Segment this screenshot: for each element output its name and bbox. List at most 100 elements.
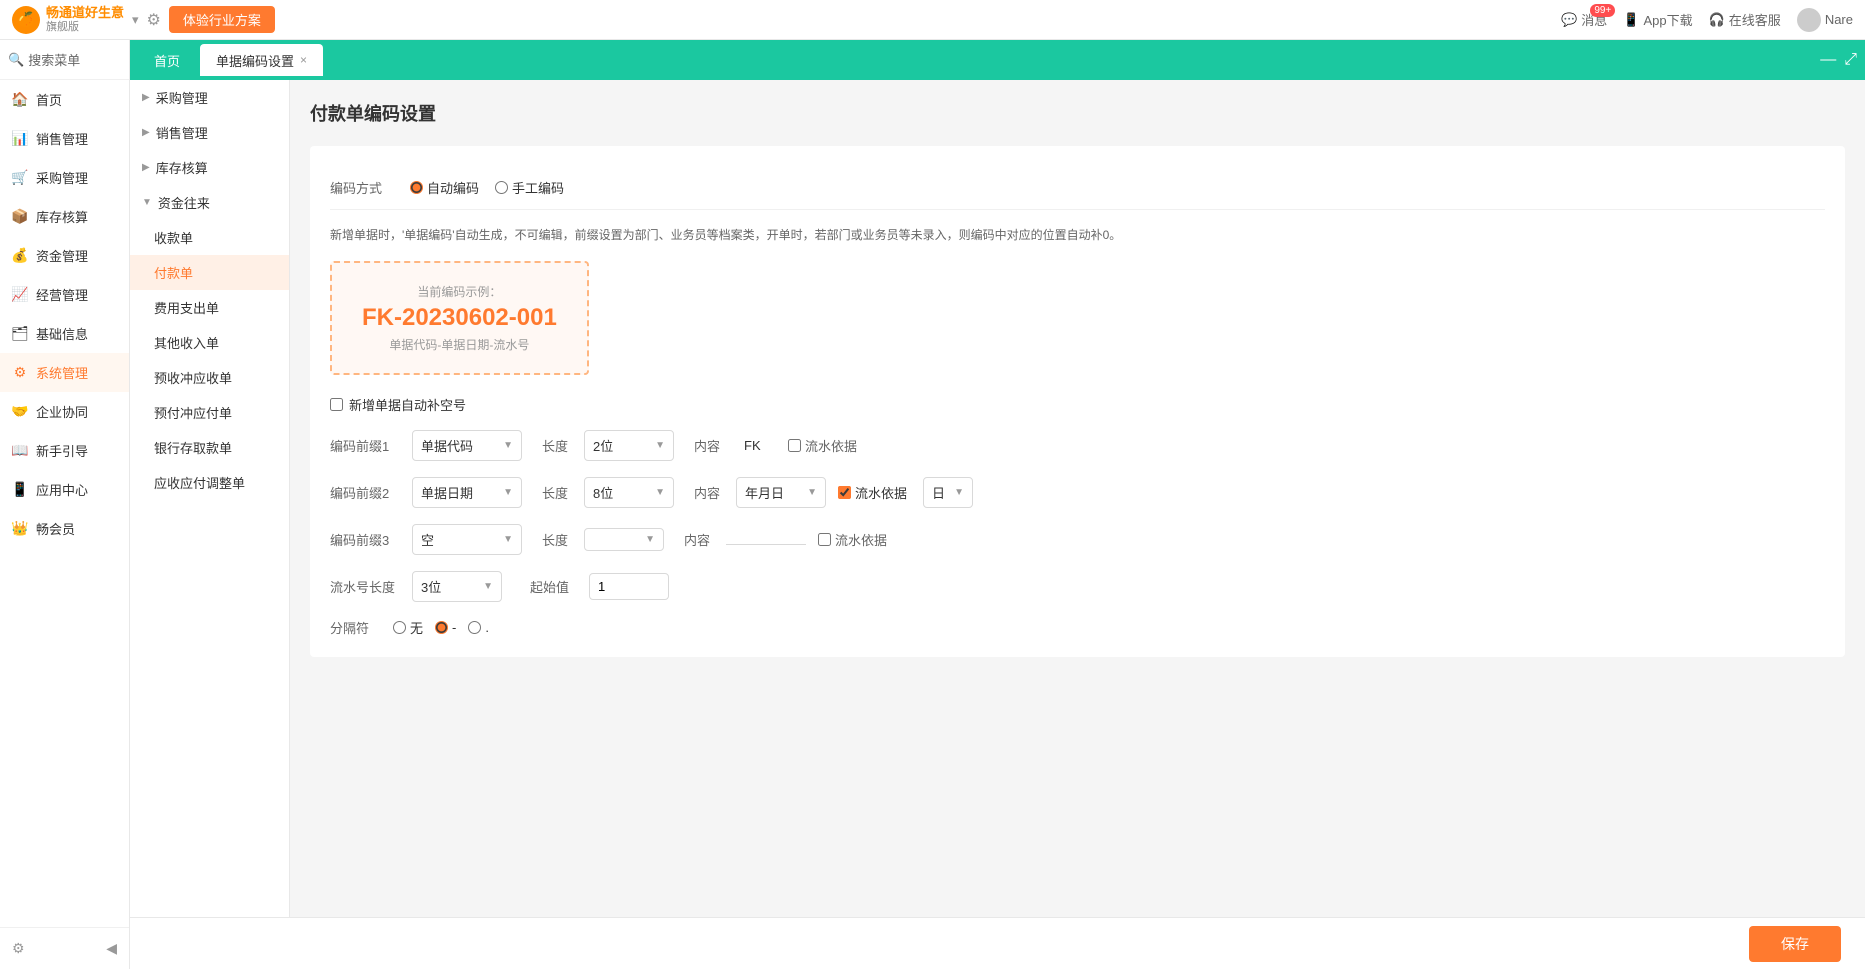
prefix3-value: 空 (421, 530, 434, 549)
secondary-sidebar: ▶ 采购管理 ▶ 销售管理 ▶ 库存核算 ▼ 资金往来 收款单 (130, 80, 290, 917)
sidebar-item-finance[interactable]: 💰 资金管理 (0, 236, 129, 275)
prefix2-length-select[interactable]: 8位 ▼ (584, 477, 674, 508)
prefix2-content-select[interactable]: 年月日 ▼ (736, 477, 826, 508)
prefix3-content-label: 内容 (684, 530, 710, 549)
tab-active[interactable]: 单据编码设置 × (200, 44, 323, 76)
topbar: 🍊 畅通道好生意 旗舰版 ▾ ⚙ 体验行业方案 💬 消息 99+ 📱 App下载… (0, 0, 1865, 40)
sep-none-option[interactable]: 无 (393, 618, 423, 637)
sub-menu-prepaid-payment[interactable]: 预付冲应付单 (130, 395, 289, 430)
sidebar-item-label-enterprise: 企业协同 (36, 402, 88, 421)
prefix3-arrow-icon: ▼ (503, 534, 513, 545)
prefix2-stream-input[interactable] (838, 486, 851, 499)
sidebar-item-label-guide: 新手引导 (36, 441, 88, 460)
sidebar-item-member[interactable]: 👑 畅会员 (0, 509, 129, 548)
sub-menu-expense-label: 费用支出单 (154, 301, 219, 316)
prefix3-stream-input[interactable] (818, 533, 831, 546)
sidebar-item-system[interactable]: ⚙ 系统管理 (0, 353, 129, 392)
manual-code-option[interactable]: 手工编码 (495, 178, 564, 197)
sidebar-item-enterprise[interactable]: 🤝 企业协同 (0, 392, 129, 431)
prefix1-stream-checkbox[interactable]: 流水依据 (788, 436, 857, 455)
sub-menu-purchase[interactable]: ▶ 采购管理 (130, 80, 289, 115)
sidebar-item-label-basic: 基础信息 (36, 324, 88, 343)
prefix2-row: 编码前缀2 单据日期 ▼ 长度 8位 ▼ 内容 年月日 (330, 477, 1825, 508)
sidebar-item-purchase[interactable]: 🛒 采购管理 (0, 158, 129, 197)
prefix3-content-value (726, 534, 806, 545)
auto-code-option[interactable]: 自动编码 (410, 178, 479, 197)
sidebar-item-inventory[interactable]: 📦 库存核算 (0, 197, 129, 236)
sidebar-item-basic[interactable]: 🗂 基础信息 (0, 314, 129, 353)
manual-code-radio[interactable] (495, 181, 508, 194)
sub-menu-bank[interactable]: 银行存取款单 (130, 430, 289, 465)
sub-menu-receivable-payable[interactable]: 应收应付调整单 (130, 465, 289, 500)
sub-menu-sales-label: 销售管理 (156, 123, 208, 142)
prefix2-select[interactable]: 单据日期 ▼ (412, 477, 522, 508)
prefix3-select[interactable]: 空 ▼ (412, 524, 522, 555)
prefix2-content-label: 内容 (694, 483, 720, 502)
sub-menu-payment[interactable]: 付款单 (130, 255, 289, 290)
start-value-label: 起始值 (530, 577, 569, 596)
prefix1-select[interactable]: 单据代码 ▼ (412, 430, 522, 461)
online-service-button[interactable]: 🎧 在线客服 (1709, 10, 1781, 29)
prefix1-length-select[interactable]: 2位 ▼ (584, 430, 674, 461)
sep-dot-radio[interactable] (468, 621, 481, 634)
avatar (1797, 8, 1821, 32)
finance-icon: 💰 (12, 248, 28, 264)
prefix1-content-value: FK (736, 433, 776, 458)
tab-close-icon[interactable]: × (300, 53, 307, 67)
settings-icon[interactable]: ⚙ (147, 10, 161, 30)
sub-menu-capital[interactable]: ▼ 资金往来 (130, 185, 289, 220)
sub-menu-other-income[interactable]: 其他收入单 (130, 325, 289, 360)
nav-dropdown-icon[interactable]: ▾ (132, 12, 139, 28)
sep-none-radio[interactable] (393, 621, 406, 634)
sep-dash-radio[interactable] (435, 621, 448, 634)
bottom-bar: 保存 (130, 917, 1865, 969)
system-icon: ⚙ (12, 365, 28, 381)
sidebar-item-sales[interactable]: 📊 销售管理 (0, 119, 129, 158)
prefix1-value: 单据代码 (421, 436, 473, 455)
sub-menu-receipt[interactable]: 收款单 (130, 220, 289, 255)
tab-home[interactable]: 首页 (138, 44, 196, 76)
auto-fill-checkbox[interactable] (330, 398, 343, 411)
sidebar-item-operations[interactable]: 📈 经营管理 (0, 275, 129, 314)
sidebar-settings-button[interactable]: ⚙ (8, 936, 29, 961)
expand-icon[interactable]: ⤢ (1844, 51, 1857, 69)
info-text: 新增单据时，'单据编码'自动生成，不可编辑，前缀设置为部门、业务员等档案类，开单… (330, 226, 1825, 245)
message-button[interactable]: 💬 消息 99+ (1561, 10, 1607, 29)
search-icon: 🔍 (8, 52, 24, 68)
sep-dash-option[interactable]: - (435, 620, 456, 635)
search-menu[interactable]: 🔍 搜索菜单 (0, 40, 129, 80)
cta-button[interactable]: 体验行业方案 (169, 6, 275, 33)
sidebar-item-apps[interactable]: 📱 应用中心 (0, 470, 129, 509)
prefix2-value: 单据日期 (421, 483, 473, 502)
sep-dot-option[interactable]: . (468, 620, 489, 635)
sidebar-collapse-button[interactable]: ◀ (102, 936, 121, 961)
prefix2-arrow-icon: ▼ (503, 487, 513, 498)
sub-menu-bank-label: 银行存取款单 (154, 441, 232, 456)
prefix2-unit-arrow-icon: ▼ (954, 487, 964, 498)
prefix2-content-arrow-icon: ▼ (807, 487, 817, 498)
prefix3-stream-checkbox[interactable]: 流水依据 (818, 530, 887, 549)
prefix1-stream-input[interactable] (788, 439, 801, 452)
auto-code-radio[interactable] (410, 181, 423, 194)
app-download-button[interactable]: 📱 App下载 (1623, 10, 1692, 29)
prefix3-length-select[interactable]: ▼ (584, 528, 664, 551)
sidebar-item-home[interactable]: 🏠 首页 (0, 80, 129, 119)
sidebar-item-guide[interactable]: 📖 新手引导 (0, 431, 129, 470)
prefix1-length-value: 2位 (593, 436, 613, 455)
preview-code: FK-20230602-001 (362, 304, 557, 332)
sidebar-item-label-inventory: 库存核算 (36, 207, 88, 226)
sub-menu-inventory[interactable]: ▶ 库存核算 (130, 150, 289, 185)
save-button[interactable]: 保存 (1749, 926, 1841, 962)
sidebar-bottom: ⚙ ◀ (0, 927, 129, 969)
user-profile[interactable]: Nare (1797, 8, 1853, 32)
sub-menu-payment-label: 付款单 (154, 266, 193, 281)
topbar-center: ▾ ⚙ 体验行业方案 (132, 6, 275, 33)
sub-menu-prepaid-receivable[interactable]: 预收冲应收单 (130, 360, 289, 395)
app-icon: 📱 (1623, 12, 1639, 28)
serial-length-select[interactable]: 3位 ▼ (412, 571, 502, 602)
sub-menu-expense[interactable]: 费用支出单 (130, 290, 289, 325)
start-value-input[interactable] (589, 573, 669, 600)
minimize-icon[interactable]: — (1820, 51, 1836, 69)
sub-menu-sales[interactable]: ▶ 销售管理 (130, 115, 289, 150)
prefix2-stream-unit-select[interactable]: 日 ▼ (923, 477, 973, 508)
